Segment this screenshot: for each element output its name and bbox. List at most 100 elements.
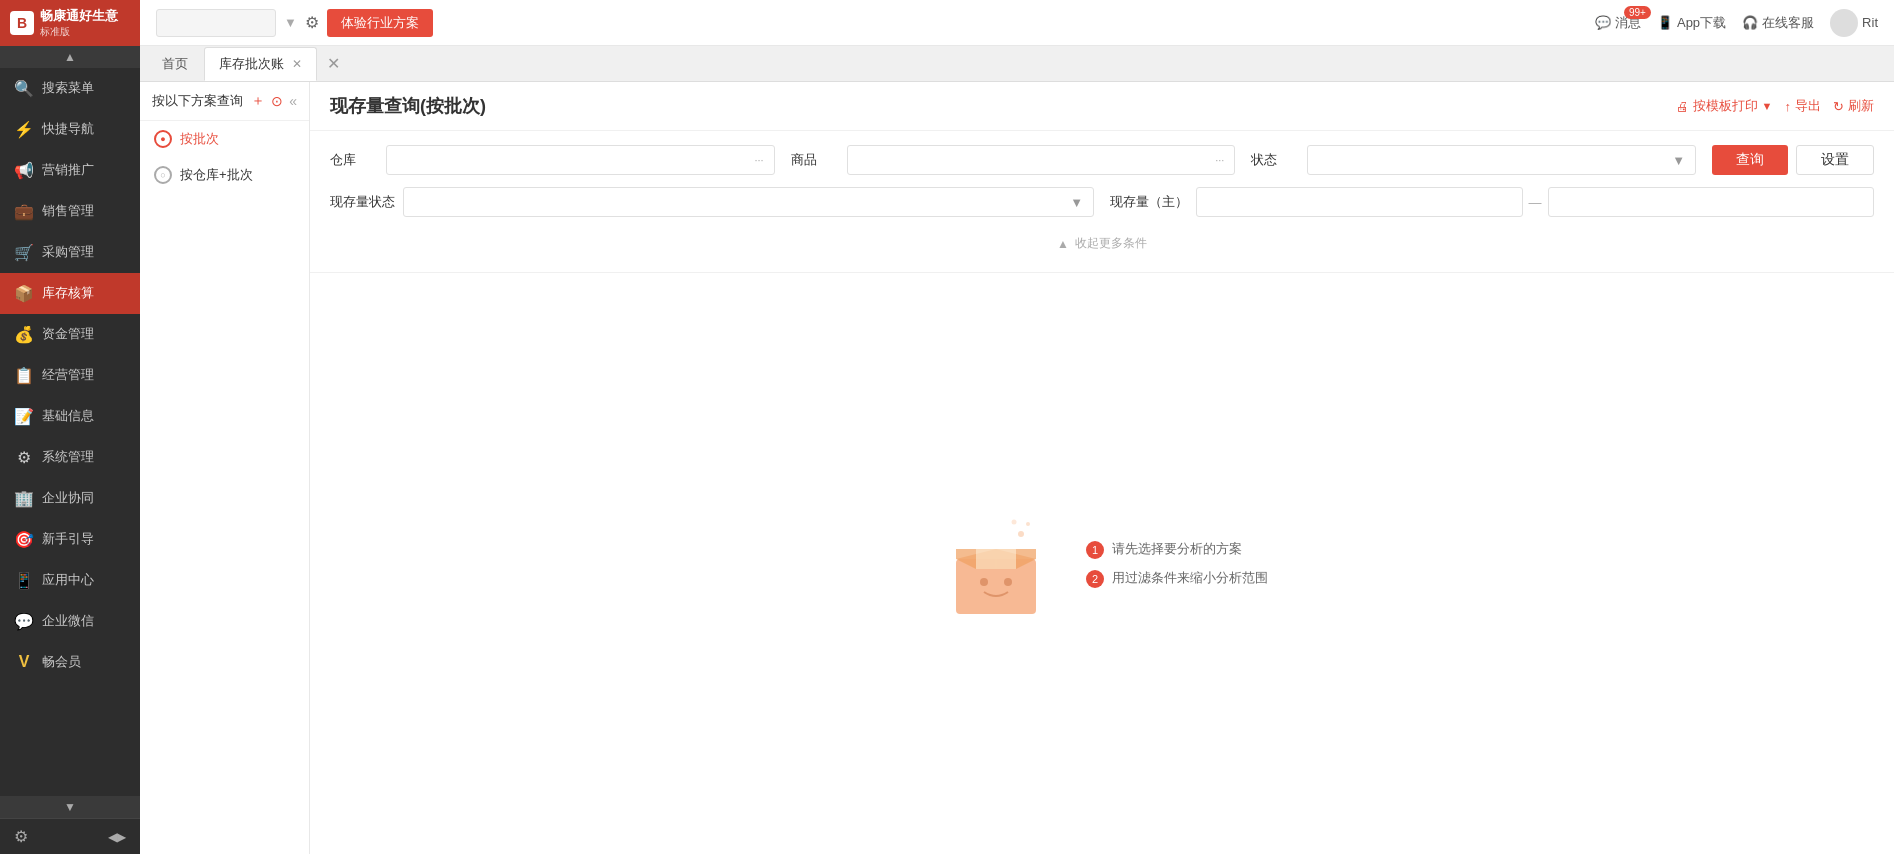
- sidebar-item-quick-nav[interactable]: ⚡ 快捷导航: [0, 109, 140, 150]
- empty-hints: 1 请先选择要分析的方案 2 用过滤条件来缩小分析范围: [1086, 540, 1268, 588]
- inventory-qty-label: 现存量（主）: [1110, 193, 1188, 211]
- gear-icon[interactable]: ⚙: [305, 13, 319, 32]
- sidebar: B 畅康通好生意 标准版 ▲ 🔍 搜索菜单 ⚡ 快捷导航 📢 营销推广 💼 销售…: [0, 0, 140, 854]
- sidebar-item-operations[interactable]: 📋 经营管理: [0, 355, 140, 396]
- sidebar-item-marketing[interactable]: 📢 营销推广: [0, 150, 140, 191]
- marketing-icon: 📢: [14, 161, 34, 180]
- inventory-qty-range: —: [1196, 187, 1874, 217]
- sidebar-item-label-marketing: 营销推广: [42, 161, 94, 179]
- warehouse-more-icon[interactable]: ···: [755, 154, 764, 166]
- warehouse-label: 仓库: [330, 151, 378, 169]
- product-more-icon[interactable]: ···: [1215, 154, 1224, 166]
- scheme-active-icon: ●: [154, 130, 172, 148]
- sidebar-item-inventory[interactable]: 📦 库存核算: [0, 273, 140, 314]
- messages-btn[interactable]: 💬 消息 99+: [1595, 14, 1641, 32]
- topbar-search-box[interactable]: [156, 9, 276, 37]
- filter-panel: 按以下方案查询 ＋ ⊙ « ● 按批次 ○ 按仓库+批次: [140, 82, 310, 854]
- export-icon: ↑: [1785, 99, 1792, 114]
- app-download-label: App下载: [1677, 14, 1726, 32]
- online-service-label: 在线客服: [1762, 14, 1814, 32]
- printer-icon: 🖨: [1676, 99, 1689, 114]
- sidebar-item-system[interactable]: ⚙ 系统管理: [0, 437, 140, 478]
- app-download-btn[interactable]: 📱 App下载: [1657, 14, 1726, 32]
- sidebar-item-vip[interactable]: V 畅会员: [0, 642, 140, 682]
- svg-point-7: [1004, 578, 1012, 586]
- sidebar-item-app-center[interactable]: 📱 应用中心: [0, 560, 140, 601]
- footer-toggle-icon[interactable]: ◀▶: [108, 830, 126, 844]
- refresh-btn[interactable]: ↻ 刷新: [1833, 97, 1874, 115]
- tab-batch-account[interactable]: 库存批次账 ✕: [204, 47, 317, 81]
- svg-point-9: [1026, 522, 1030, 526]
- inventory-status-filter-group: 现存量状态 ▼: [330, 187, 1094, 217]
- sidebar-item-search[interactable]: 🔍 搜索菜单: [0, 68, 140, 109]
- sidebar-item-sales[interactable]: 💼 销售管理: [0, 191, 140, 232]
- app-name: 畅康通好生意: [40, 8, 118, 25]
- sidebar-item-label-quick-nav: 快捷导航: [42, 120, 94, 138]
- sidebar-item-enterprise[interactable]: 🏢 企业协同: [0, 478, 140, 519]
- user-avatar-btn[interactable]: Rit: [1830, 9, 1878, 37]
- hint-text-1: 请先选择要分析的方案: [1112, 540, 1242, 558]
- svg-marker-4: [976, 549, 996, 569]
- query-header: 现存量查询(按批次) 🖨 按模板打印 ▼ ↑ 导出 ↻ 刷新: [310, 82, 1894, 131]
- status-select[interactable]: ▼: [1307, 145, 1696, 175]
- lightning-icon: ⚡: [14, 120, 34, 139]
- hint-text-2: 用过滤条件来缩小分析范围: [1112, 569, 1268, 587]
- vip-icon: V: [14, 653, 34, 671]
- finance-icon: 💰: [14, 325, 34, 344]
- scheme-settings-icon[interactable]: ⊙: [271, 93, 283, 109]
- query-button[interactable]: 查询: [1712, 145, 1788, 175]
- settings-button[interactable]: 设置: [1796, 145, 1874, 175]
- filter-form: 仓库 ··· 商品 ··· 状态: [310, 131, 1894, 273]
- sidebar-item-finance[interactable]: 💰 资金管理: [0, 314, 140, 355]
- sidebar-item-label-sales: 销售管理: [42, 202, 94, 220]
- footer-settings-icon[interactable]: ⚙: [14, 827, 28, 846]
- collapse-panel-icon[interactable]: «: [289, 93, 297, 109]
- status-filter-group: 状态 ▼: [1251, 145, 1696, 175]
- scheme-item-warehouse-batch[interactable]: ○ 按仓库+批次: [140, 157, 309, 193]
- tabbar: 首页 库存批次账 ✕ ✕: [140, 46, 1894, 82]
- svg-point-6: [980, 578, 988, 586]
- app-title-block: 畅康通好生意 标准版: [40, 8, 118, 38]
- filter-row-2: 现存量状态 ▼ 现存量（主） —: [330, 187, 1874, 217]
- sidebar-item-label-purchase: 采购管理: [42, 243, 94, 261]
- industry-btn[interactable]: 体验行业方案: [327, 9, 433, 37]
- tab-home[interactable]: 首页: [148, 47, 202, 81]
- sidebar-item-label-vip: 畅会员: [42, 653, 81, 671]
- sidebar-footer: ⚙ ◀▶: [0, 818, 140, 854]
- sidebar-item-basic-info[interactable]: 📝 基础信息: [0, 396, 140, 437]
- dropdown-icon[interactable]: ▼: [284, 15, 297, 30]
- sidebar-nav: 🔍 搜索菜单 ⚡ 快捷导航 📢 营销推广 💼 销售管理 🛒 采购管理 📦 库存核…: [0, 68, 140, 796]
- sidebar-scroll-up[interactable]: ▲: [0, 46, 140, 68]
- collapse-bar[interactable]: ▲ 收起更多条件: [330, 229, 1874, 258]
- empty-svg: [936, 504, 1056, 624]
- sidebar-item-newbie[interactable]: 🎯 新手引导: [0, 519, 140, 560]
- scheme-warehouse-batch-label: 按仓库+批次: [180, 166, 253, 184]
- filter-panel-header: 按以下方案查询 ＋ ⊙ «: [140, 82, 309, 121]
- app-edition: 标准版: [40, 25, 118, 38]
- print-dropdown-icon[interactable]: ▼: [1762, 100, 1773, 112]
- warehouse-input[interactable]: ···: [386, 145, 775, 175]
- qty-to-input[interactable]: [1548, 187, 1875, 217]
- scheme-item-batch[interactable]: ● 按批次: [140, 121, 309, 157]
- add-scheme-icon[interactable]: ＋: [251, 92, 265, 110]
- header-actions: 🖨 按模板打印 ▼ ↑ 导出 ↻ 刷新: [1676, 97, 1874, 115]
- scheme-inactive-icon: ○: [154, 166, 172, 184]
- sidebar-item-purchase[interactable]: 🛒 采购管理: [0, 232, 140, 273]
- template-print-btn[interactable]: 🖨 按模板打印 ▼: [1676, 97, 1773, 115]
- filter-panel-icons: ＋ ⊙ «: [251, 92, 297, 110]
- sidebar-item-label-basic-info: 基础信息: [42, 407, 94, 425]
- product-input[interactable]: ···: [847, 145, 1236, 175]
- page-close-btn[interactable]: ✕: [327, 54, 340, 73]
- empty-illustration: [936, 504, 1056, 624]
- export-btn[interactable]: ↑ 导出: [1785, 97, 1822, 115]
- sidebar-item-wechat[interactable]: 💬 企业微信: [0, 601, 140, 642]
- online-service-btn[interactable]: 🎧 在线客服: [1742, 14, 1814, 32]
- topbar: ▼ ⚙ 体验行业方案 💬 消息 99+ 📱 App下载 🎧 在线客服 Rit: [140, 0, 1894, 46]
- qty-from-input[interactable]: [1196, 187, 1523, 217]
- inventory-status-select[interactable]: ▼: [403, 187, 1094, 217]
- app-center-icon: 📱: [14, 571, 34, 590]
- tab-close-icon[interactable]: ✕: [292, 57, 302, 71]
- messages-badge: 99+: [1624, 6, 1651, 19]
- topbar-right: 💬 消息 99+ 📱 App下载 🎧 在线客服 Rit: [1595, 9, 1878, 37]
- sidebar-scroll-down[interactable]: ▼: [0, 796, 140, 818]
